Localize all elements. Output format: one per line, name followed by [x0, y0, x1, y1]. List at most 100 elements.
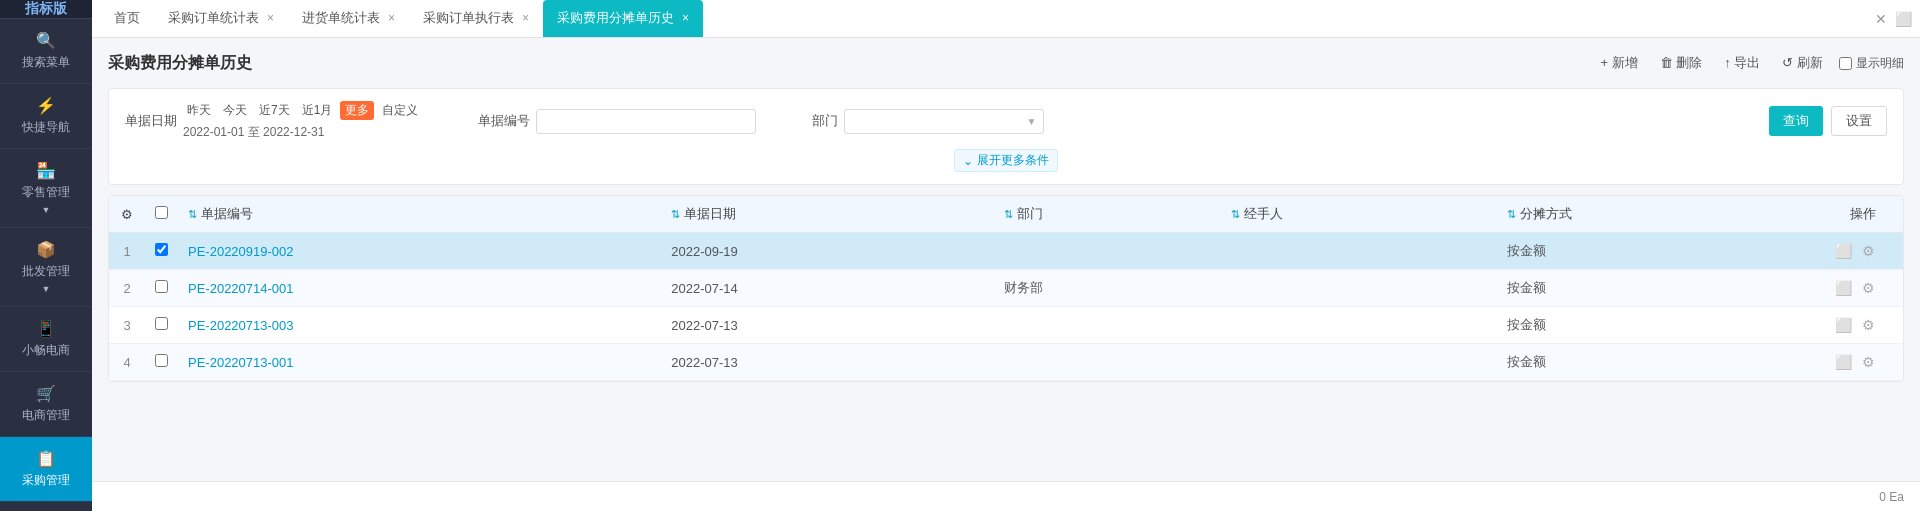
show-columns-input[interactable]	[1839, 57, 1852, 70]
dept-filter-select[interactable]: 财务部	[844, 109, 1044, 134]
row-action-cell: ⬜ ⚙	[1823, 233, 1903, 270]
row-split-method-cell: 按金额	[1497, 307, 1823, 344]
tab-home[interactable]: 首页	[100, 0, 154, 37]
tab-close-icon[interactable]: ×	[682, 11, 689, 25]
date-range-display: 2022-01-01 至 2022-12-31	[183, 124, 422, 141]
row-checkbox[interactable]	[155, 280, 168, 293]
tab-close-icon[interactable]: ×	[388, 11, 395, 25]
tab-purchase-summary[interactable]: 采购订单统计表 ×	[154, 0, 288, 37]
tab-close-icon[interactable]: ×	[267, 11, 274, 25]
table-row[interactable]: 1 PE-20220919-002 2022-09-19 按金额 ⬜ ⚙	[109, 233, 1903, 270]
filter-dept-item: 部门 财务部	[812, 109, 1044, 134]
row-settings-cell: 3	[109, 307, 145, 344]
sidebar-item-wholesale[interactable]: 📦 批发管理 ▼	[0, 228, 92, 307]
refresh-button[interactable]: ↺ 刷新	[1776, 50, 1829, 76]
expand-conditions-button[interactable]: ⌄ 展开更多条件	[954, 149, 1058, 172]
edit-icon[interactable]: ⬜	[1833, 352, 1854, 372]
row-doc-date-cell: 2022-07-13	[661, 307, 994, 344]
col-action: 操作	[1823, 196, 1903, 233]
tab-label: 采购费用分摊单历史	[557, 9, 674, 27]
settings-button[interactable]: 设置	[1831, 106, 1887, 136]
table-container: ⚙ ⇅ 单据编号 ⇅ 单据日期	[108, 195, 1904, 382]
sidebar-item-purchase[interactable]: 📋 采购管理	[0, 437, 92, 502]
expand-label: 展开更多条件	[977, 152, 1049, 169]
detail-icon[interactable]: ⚙	[1860, 315, 1877, 335]
date-btn-custom[interactable]: 自定义	[378, 101, 422, 120]
add-button[interactable]: + 新增	[1594, 50, 1643, 76]
dept-select-wrapper: 财务部	[844, 109, 1044, 134]
date-filter-group: 昨天 今天 近7天 近1月 更多 自定义 2022-01-01 至 2022-1…	[183, 101, 422, 141]
sort-icon[interactable]: ⇅	[1004, 208, 1013, 220]
edit-icon[interactable]: ⬜	[1833, 278, 1854, 298]
settings-icon[interactable]: ⚙	[121, 207, 133, 222]
show-columns-label: 显示明细	[1856, 55, 1904, 72]
table-row[interactable]: 2 PE-20220714-001 2022-07-14 财务部 按金额 ⬜ ⚙	[109, 270, 1903, 307]
docno-filter-input[interactable]	[536, 109, 756, 134]
row-settings-cell: 1	[109, 233, 145, 270]
sort-icon[interactable]: ⇅	[1507, 208, 1516, 220]
tab-purchase-exec[interactable]: 采购订单执行表 ×	[409, 0, 543, 37]
sidebar-item-mobile[interactable]: 📱 小畅电商	[0, 307, 92, 372]
select-all-checkbox[interactable]	[155, 206, 168, 219]
tab-purchase-fee[interactable]: 采购费用分摊单历史 ×	[543, 0, 703, 37]
row-dept-cell	[994, 307, 1221, 344]
page-title: 采购费用分摊单历史	[108, 53, 252, 74]
row-doc-date-cell: 2022-07-13	[661, 344, 994, 381]
tab-close-icon[interactable]: ×	[522, 11, 529, 25]
row-checkbox[interactable]	[155, 354, 168, 367]
table-row[interactable]: 4 PE-20220713-001 2022-07-13 按金额 ⬜ ⚙	[109, 344, 1903, 381]
close-window-icon[interactable]: ✕	[1875, 11, 1887, 27]
edit-icon[interactable]: ⬜	[1833, 241, 1854, 261]
action-icons: ⬜ ⚙	[1833, 278, 1893, 298]
tab-label: 采购订单执行表	[423, 9, 514, 27]
sidebar-item-label: 快捷导航	[22, 119, 70, 136]
sidebar-item-quick[interactable]: ⚡ 快捷导航	[0, 84, 92, 149]
doc-no-link[interactable]: PE-20220713-001	[188, 355, 294, 370]
doc-no-link[interactable]: PE-20220713-003	[188, 318, 294, 333]
tab-purchase-goods[interactable]: 进货单统计表 ×	[288, 0, 409, 37]
detail-icon[interactable]: ⚙	[1860, 278, 1877, 298]
table-body: 1 PE-20220919-002 2022-09-19 按金额 ⬜ ⚙ 2	[109, 233, 1903, 381]
maximize-window-icon[interactable]: ⬜	[1895, 11, 1912, 27]
sidebar-item-inventory[interactable]: 🗃️ 库存核算	[0, 502, 92, 511]
count-label: 0 Ea	[1879, 490, 1904, 504]
sidebar-item-search[interactable]: 🔍 搜索菜单	[0, 19, 92, 84]
delete-button[interactable]: 🗑 删除	[1654, 50, 1709, 76]
doc-no-link[interactable]: PE-20220714-001	[188, 281, 294, 296]
row-handler-cell	[1221, 344, 1497, 381]
sort-icon[interactable]: ⇅	[188, 208, 197, 220]
col-checkbox	[145, 196, 178, 233]
table-row[interactable]: 3 PE-20220713-003 2022-07-13 按金额 ⬜ ⚙	[109, 307, 1903, 344]
row-checkbox-cell[interactable]	[145, 233, 178, 270]
filter-row: 单据日期 昨天 今天 近7天 近1月 更多 自定义 2022-01-01 至 2…	[125, 101, 1887, 141]
date-btn-yesterday[interactable]: 昨天	[183, 101, 215, 120]
doc-no-link[interactable]: PE-20220919-002	[188, 244, 294, 259]
row-doc-no-cell: PE-20220713-003	[178, 307, 661, 344]
date-btn-more[interactable]: 更多	[340, 101, 374, 120]
sort-icon[interactable]: ⇅	[671, 208, 680, 220]
edit-icon[interactable]: ⬜	[1833, 315, 1854, 335]
row-settings-cell: 2	[109, 270, 145, 307]
date-btn-7days[interactable]: 近7天	[255, 101, 294, 120]
row-checkbox-cell[interactable]	[145, 270, 178, 307]
sidebar-item-retail[interactable]: 🏪 零售管理 ▼	[0, 149, 92, 228]
row-checkbox-cell[interactable]	[145, 307, 178, 344]
col-settings[interactable]: ⚙	[109, 196, 145, 233]
sort-icon[interactable]: ⇅	[1231, 208, 1240, 220]
filter-date-item: 单据日期 昨天 今天 近7天 近1月 更多 自定义 2022-01-01 至 2…	[125, 101, 422, 141]
row-checkbox[interactable]	[155, 317, 168, 330]
date-btn-1month[interactable]: 近1月	[298, 101, 337, 120]
row-checkbox[interactable]	[155, 243, 168, 256]
search-button[interactable]: 查询	[1769, 106, 1823, 136]
row-checkbox-cell[interactable]	[145, 344, 178, 381]
date-btn-today[interactable]: 今天	[219, 101, 251, 120]
detail-icon[interactable]: ⚙	[1860, 352, 1877, 372]
row-dept-cell	[994, 233, 1221, 270]
export-button[interactable]: ↑ 导出	[1718, 50, 1766, 76]
sidebar-logo: 指标版	[0, 0, 92, 19]
sidebar-item-ecommerce[interactable]: 🛒 电商管理	[0, 372, 92, 437]
show-columns-checkbox[interactable]: 显示明细	[1839, 55, 1904, 72]
detail-icon[interactable]: ⚙	[1860, 241, 1877, 261]
row-doc-no-cell: PE-20220714-001	[178, 270, 661, 307]
row-settings-cell: 4	[109, 344, 145, 381]
